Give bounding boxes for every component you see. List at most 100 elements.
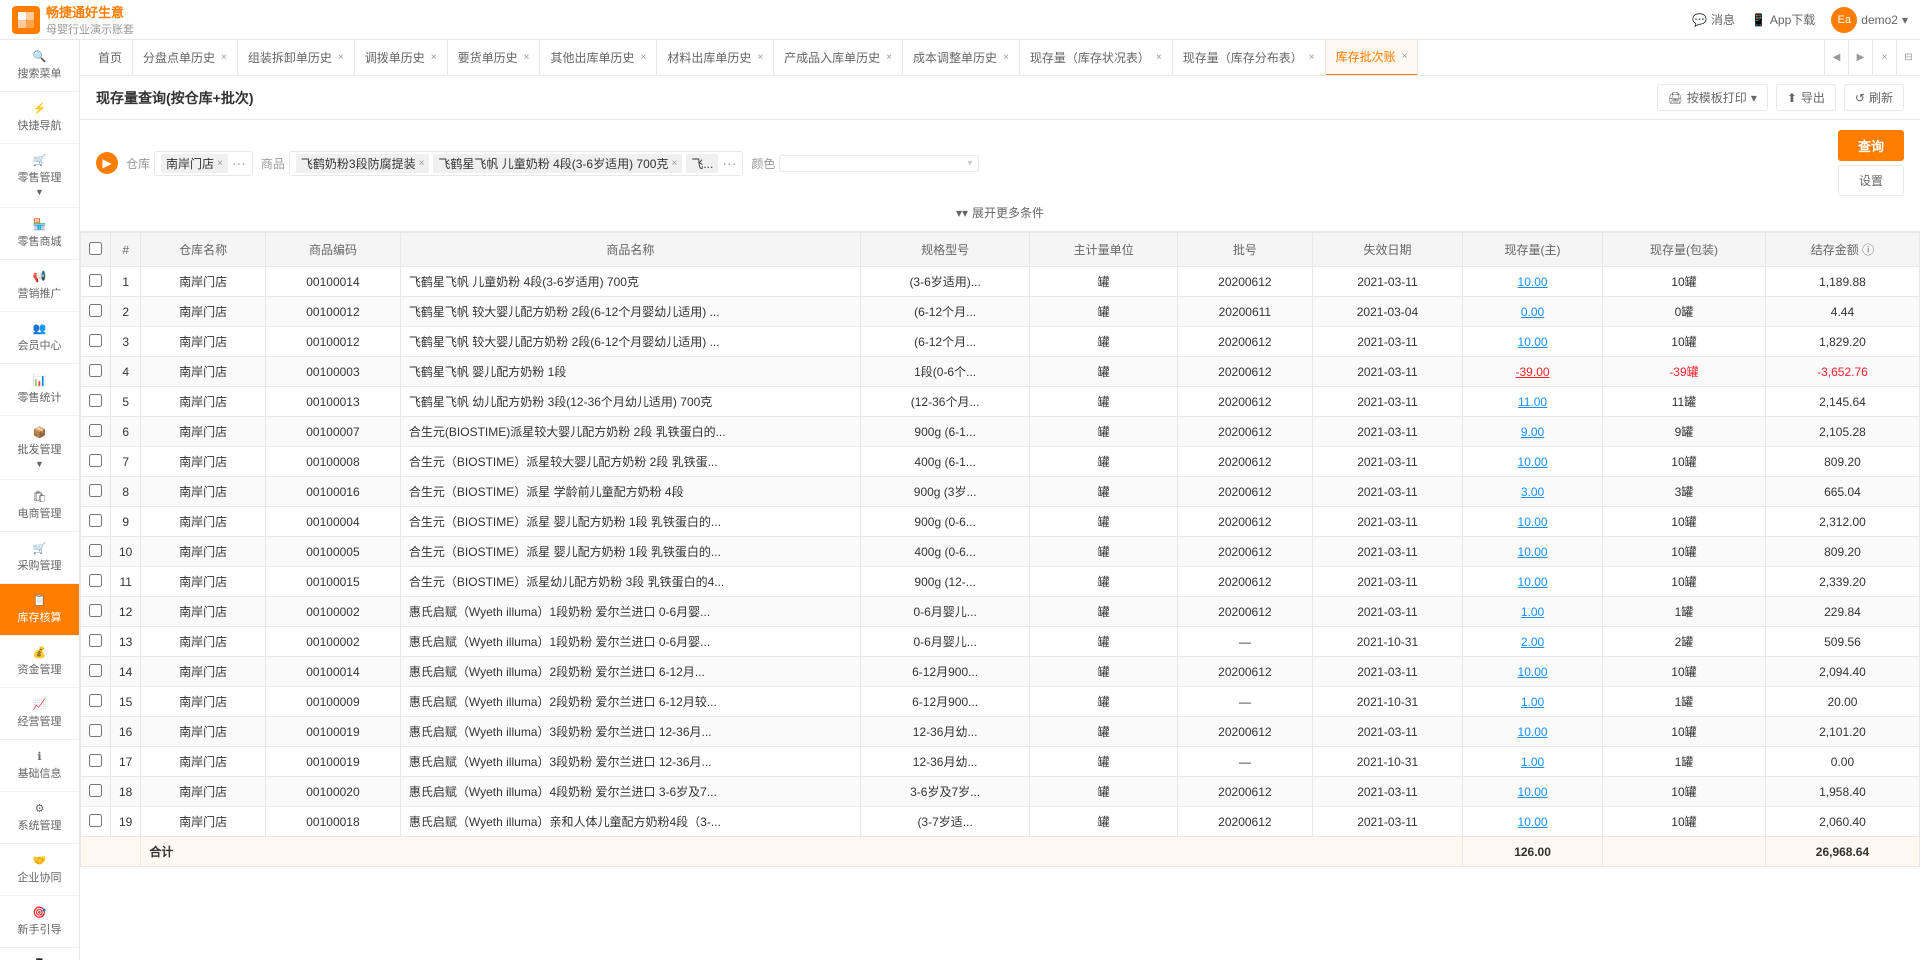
tab-close-11[interactable]: × xyxy=(1402,51,1408,62)
tab-item-3[interactable]: 调拨单历史× xyxy=(355,40,448,76)
tab-close-3[interactable]: × xyxy=(431,52,437,63)
sidebar-item-14[interactable]: ⚙系统管理 xyxy=(0,792,79,844)
row-checkbox-12[interactable] xyxy=(81,627,111,657)
row-qty-1[interactable]: 0.00 xyxy=(1463,297,1603,327)
tab-item-9[interactable]: 现存量（库存状况表）× xyxy=(1020,40,1173,76)
sidebar-item-4[interactable]: 📢营销推广 xyxy=(0,260,79,312)
tab-item-10[interactable]: 现存量（库存分布表）× xyxy=(1173,40,1326,76)
row-qty-4[interactable]: 11.00 xyxy=(1463,387,1603,417)
row-qty-16[interactable]: 1.00 xyxy=(1463,747,1603,777)
tab-item-5[interactable]: 其他出库单历史× xyxy=(540,40,657,76)
app-download-btn[interactable]: 📱 App下载 xyxy=(1751,11,1815,28)
sidebar-item-8[interactable]: 🛍电商管理 xyxy=(0,480,79,532)
tab-item-2[interactable]: 组装拆卸单历史× xyxy=(238,40,355,76)
sidebar-item-0[interactable]: 🔍搜索菜单 xyxy=(0,40,79,92)
tab-item-1[interactable]: 分盘点单历史× xyxy=(133,40,238,76)
select-all-checkbox[interactable] xyxy=(89,242,102,255)
row-qty-3[interactable]: -39.00 xyxy=(1463,357,1603,387)
tab-menu-button[interactable]: ⊟ xyxy=(1896,40,1920,76)
row-checkbox-16[interactable] xyxy=(81,747,111,777)
tab-close-8[interactable]: × xyxy=(1003,52,1009,63)
row-qty-6[interactable]: 10.00 xyxy=(1463,447,1603,477)
row-checkbox-15[interactable] xyxy=(81,717,111,747)
row-checkbox-13[interactable] xyxy=(81,657,111,687)
row-checkbox-2[interactable] xyxy=(81,327,111,357)
tab-next-button[interactable]: ▶ xyxy=(1848,40,1872,76)
row-qty-5[interactable]: 9.00 xyxy=(1463,417,1603,447)
row-qty-0[interactable]: 10.00 xyxy=(1463,267,1603,297)
template-print-button[interactable]: 🖨 按模板打印 ▾ xyxy=(1657,84,1768,111)
message-btn[interactable]: 💬 消息 xyxy=(1692,11,1735,28)
row-qty-7[interactable]: 3.00 xyxy=(1463,477,1603,507)
user-area[interactable]: Ea demo2 ▾ xyxy=(1831,7,1908,33)
row-checkbox-0[interactable] xyxy=(81,267,111,297)
row-qty-10[interactable]: 10.00 xyxy=(1463,567,1603,597)
sidebar-item-13[interactable]: ℹ基础信息 xyxy=(0,740,79,792)
row-checkbox-4[interactable] xyxy=(81,387,111,417)
sidebar-item-11[interactable]: 💰资金管理 xyxy=(0,636,79,688)
row-checkbox-8[interactable] xyxy=(81,507,111,537)
row-qty-15[interactable]: 10.00 xyxy=(1463,717,1603,747)
tab-item-11[interactable]: 库存批次账× xyxy=(1326,40,1419,76)
tab-close-2[interactable]: × xyxy=(338,52,344,63)
row-checkbox-10[interactable] xyxy=(81,567,111,597)
row-qty-8[interactable]: 10.00 xyxy=(1463,507,1603,537)
row-qty-2[interactable]: 10.00 xyxy=(1463,327,1603,357)
sidebar-item-16[interactable]: 🎯新手引导 xyxy=(0,896,79,948)
product-tag-2-close[interactable]: × xyxy=(671,158,677,169)
sidebar-item-3[interactable]: 🏪零售商城 xyxy=(0,208,79,260)
tab-item-8[interactable]: 成本调整单历史× xyxy=(903,40,1020,76)
row-checkbox-3[interactable] xyxy=(81,357,111,387)
row-qty-11[interactable]: 1.00 xyxy=(1463,597,1603,627)
row-qty-12[interactable]: 2.00 xyxy=(1463,627,1603,657)
refresh-button[interactable]: ↺ 刷新 xyxy=(1844,84,1904,111)
query-button[interactable]: 查询 xyxy=(1838,130,1904,161)
row-checkbox-17[interactable] xyxy=(81,777,111,807)
export-button[interactable]: ⬆ 导出 xyxy=(1776,84,1836,111)
sidebar-item-2[interactable]: 🛒零售管理▼ xyxy=(0,144,79,208)
expand-conditions-btn[interactable]: ▾▾ 展开更多条件 xyxy=(956,204,1044,221)
tab-prev-button[interactable]: ◀ xyxy=(1824,40,1848,76)
row-checkbox-7[interactable] xyxy=(81,477,111,507)
sidebar-item-12[interactable]: 📈经营管理 xyxy=(0,688,79,740)
row-qty-17[interactable]: 10.00 xyxy=(1463,777,1603,807)
row-checkbox-1[interactable] xyxy=(81,297,111,327)
product-tag-1-close[interactable]: × xyxy=(419,158,425,169)
settings-button[interactable]: 设置 xyxy=(1838,165,1904,196)
tab-close-6[interactable]: × xyxy=(757,52,763,63)
tab-close-10[interactable]: × xyxy=(1309,52,1315,63)
row-checkbox-14[interactable] xyxy=(81,687,111,717)
tab-close-9[interactable]: × xyxy=(1156,52,1162,63)
tab-close-4[interactable]: × xyxy=(524,52,530,63)
warehouse-tag-container[interactable]: 南岸门店 × ··· xyxy=(154,151,253,176)
warehouse-more-dots[interactable]: ··· xyxy=(232,155,246,171)
tab-close-5[interactable]: × xyxy=(640,52,646,63)
row-checkbox-11[interactable] xyxy=(81,597,111,627)
tab-close-7[interactable]: × xyxy=(886,52,892,63)
sidebar-item-6[interactable]: 📊零售统计 xyxy=(0,364,79,416)
row-checkbox-6[interactable] xyxy=(81,447,111,477)
sidebar-item-1[interactable]: ⚡快捷导航 xyxy=(0,92,79,144)
sidebar-item-15[interactable]: 🤝企业协同 xyxy=(0,844,79,896)
row-qty-13[interactable]: 10.00 xyxy=(1463,657,1603,687)
row-qty-9[interactable]: 10.00 xyxy=(1463,537,1603,567)
tab-item-4[interactable]: 要货单历史× xyxy=(448,40,541,76)
sidebar-item-10[interactable]: 📋库存核算 xyxy=(0,584,79,636)
row-checkbox-9[interactable] xyxy=(81,537,111,567)
tab-item-7[interactable]: 产成品入库单历史× xyxy=(774,40,903,76)
tab-close-current-button[interactable]: × xyxy=(1872,40,1896,76)
warehouse-tag-close[interactable]: × xyxy=(217,158,223,169)
tab-item-0[interactable]: 首页 xyxy=(88,40,133,76)
product-more-dots[interactable]: ··· xyxy=(722,155,736,171)
tab-item-6[interactable]: 材料出库单历史× xyxy=(657,40,774,76)
filter-expand-button[interactable]: ▶ xyxy=(96,152,118,174)
row-checkbox-5[interactable] xyxy=(81,417,111,447)
sidebar-item-7[interactable]: 📦批发管理▼ xyxy=(0,416,79,480)
row-checkbox-18[interactable] xyxy=(81,807,111,837)
sidebar-item-5[interactable]: 👥会员中心 xyxy=(0,312,79,364)
row-qty-18[interactable]: 10.00 xyxy=(1463,807,1603,837)
color-tag-container[interactable]: ▾ xyxy=(779,155,979,172)
tab-close-1[interactable]: × xyxy=(221,52,227,63)
sidebar-item-17[interactable]: 📱应用中心 xyxy=(0,948,79,960)
product-tag-container[interactable]: 飞鹤奶粉3段防腐提装 × 飞鹤星飞帆 儿童奶粉 4段(3-6岁适用) 700克 … xyxy=(289,151,743,176)
